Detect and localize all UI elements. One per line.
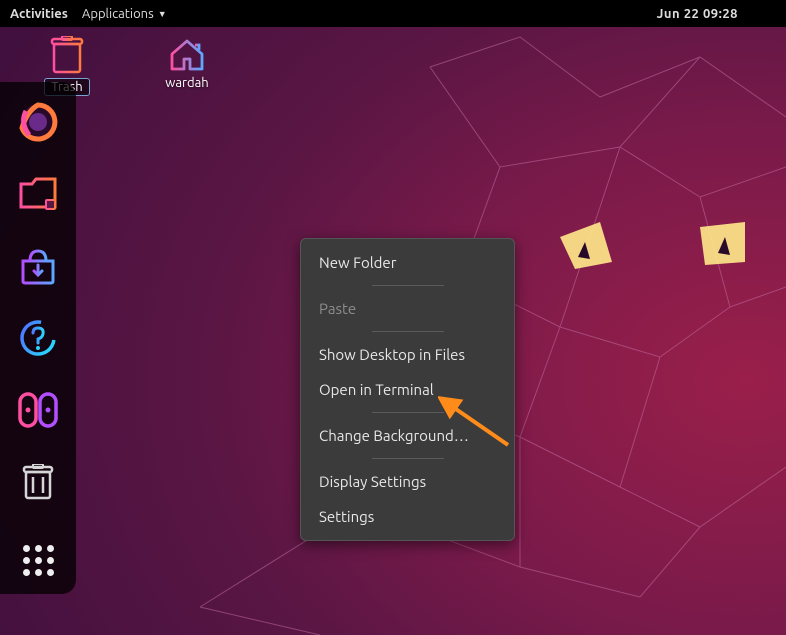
chevron-down-icon: ▼ [158, 9, 167, 19]
desktop-context-menu: New Folder Paste Show Desktop in Files O… [300, 238, 515, 541]
dock-item-files[interactable] [16, 172, 60, 216]
home-icon [147, 38, 227, 72]
clock[interactable]: Jun 22 09:28 [657, 7, 738, 21]
top-bar: Activities Applications ▼ Jun 22 09:28 [0, 0, 786, 27]
dock-item-software[interactable] [16, 244, 60, 288]
trash-icon [27, 36, 107, 74]
gsconnect-icon [17, 391, 59, 429]
dock-item-firefox[interactable] [16, 100, 60, 144]
menu-item-settings[interactable]: Settings [301, 499, 514, 534]
dock-item-trash[interactable] [16, 460, 60, 504]
menu-item-paste: Paste [301, 291, 514, 326]
dock-item-show-applications[interactable] [16, 538, 60, 582]
menu-separator [372, 412, 444, 413]
menu-item-display-settings[interactable]: Display Settings [301, 464, 514, 499]
desktop-icon-home[interactable]: wardah [147, 38, 227, 90]
applications-menu[interactable]: Applications ▼ [82, 7, 167, 21]
help-icon [18, 318, 58, 358]
dock-item-gsconnect[interactable] [16, 388, 60, 432]
menu-separator [372, 285, 444, 286]
activities-button[interactable]: Activities [10, 7, 68, 21]
dock-item-help[interactable] [16, 316, 60, 360]
show-applications-icon [23, 545, 54, 576]
menu-separator [372, 458, 444, 459]
menu-separator [372, 331, 444, 332]
applications-label: Applications [82, 7, 154, 21]
dock [0, 82, 76, 594]
desktop-icon-label: wardah [165, 76, 208, 90]
files-icon [18, 176, 58, 212]
trash-dock-icon [22, 464, 54, 500]
firefox-icon [17, 101, 59, 143]
menu-item-change-background[interactable]: Change Background… [301, 418, 514, 453]
menu-item-new-folder[interactable]: New Folder [301, 245, 514, 280]
software-center-icon [17, 247, 59, 285]
menu-item-show-in-files[interactable]: Show Desktop in Files [301, 337, 514, 372]
menu-item-open-terminal[interactable]: Open in Terminal [301, 372, 514, 407]
